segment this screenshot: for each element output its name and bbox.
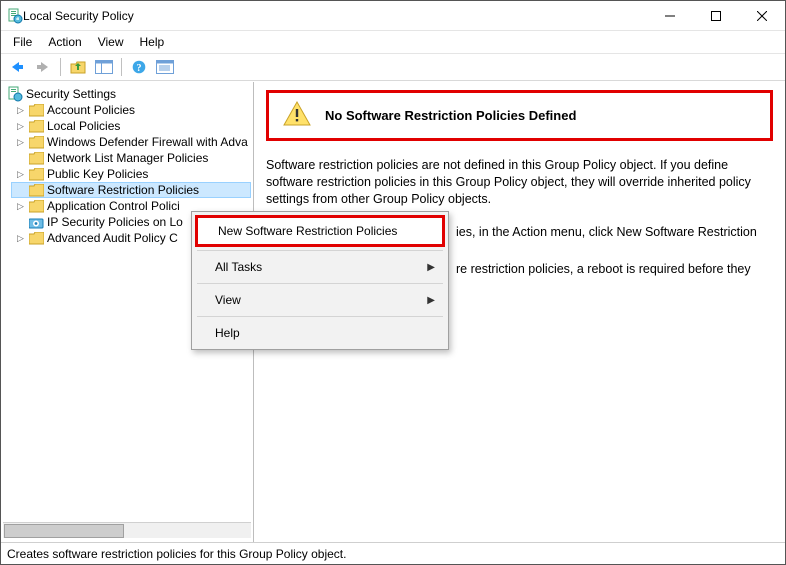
menu-item-label: Help: [215, 326, 240, 340]
expander-icon[interactable]: ▷: [15, 201, 26, 212]
forward-button[interactable]: [31, 56, 55, 78]
content-heading: No Software Restriction Policies Defined: [325, 108, 576, 123]
statusbar: Creates software restriction policies fo…: [1, 542, 785, 564]
statusbar-text: Creates software restriction policies fo…: [7, 547, 346, 561]
tree-item-label: Public Key Policies: [47, 167, 148, 181]
tree-item-label: Account Policies: [47, 103, 135, 117]
toolbar-separator: [60, 58, 61, 76]
context-menu: New Software Restriction Policies All Ta…: [191, 211, 449, 350]
close-button[interactable]: [739, 1, 785, 30]
expander-icon[interactable]: ▷: [15, 233, 26, 244]
tree-item-label: Network List Manager Policies: [47, 151, 208, 165]
toolbar-separator: [121, 58, 122, 76]
highlight-heading: No Software Restriction Policies Defined: [266, 90, 773, 141]
folder-icon: [29, 200, 44, 213]
menu-file[interactable]: File: [7, 33, 38, 51]
tree-item[interactable]: ▷ Local Policies: [11, 118, 251, 134]
folder-icon: [29, 184, 44, 197]
menu-separator: [197, 250, 443, 251]
folder-icon: [29, 120, 44, 133]
menu-item-all-tasks[interactable]: All Tasks ▶: [195, 254, 445, 280]
folder-icon: [29, 104, 44, 117]
tree-item-label: Local Policies: [47, 119, 120, 133]
toolbar: ?: [1, 53, 785, 81]
tree-item[interactable]: Network List Manager Policies: [11, 150, 251, 166]
expander-blank: [15, 153, 26, 164]
menu-item-new-srp[interactable]: New Software Restriction Policies: [198, 218, 442, 244]
ipsec-icon: [29, 216, 44, 229]
tree-item[interactable]: ▷ Account Policies: [11, 102, 251, 118]
folder-icon: [29, 136, 44, 149]
menu-item-view[interactable]: View ▶: [195, 287, 445, 313]
expander-icon[interactable]: ▷: [15, 121, 26, 132]
properties-button[interactable]: [153, 56, 177, 78]
tree-item-label: Windows Defender Firewall with Adva: [47, 135, 248, 149]
tree-item[interactable]: ▷ Windows Defender Firewall with Adva: [11, 134, 251, 150]
window-title: Local Security Policy: [23, 9, 647, 23]
menu-item-label: All Tasks: [215, 260, 262, 274]
menu-separator: [197, 283, 443, 284]
show-hide-tree-button[interactable]: [92, 56, 116, 78]
up-folder-button[interactable]: [66, 56, 90, 78]
menu-help[interactable]: Help: [134, 33, 171, 51]
tree-horizontal-scrollbar[interactable]: [3, 522, 251, 538]
folder-icon: [29, 168, 44, 181]
menu-item-help[interactable]: Help: [195, 320, 445, 346]
tree-item-selected[interactable]: Software Restriction Policies: [11, 182, 251, 198]
folder-icon: [29, 232, 44, 245]
maximize-button[interactable]: [693, 1, 739, 30]
tree-item-label: IP Security Policies on Lo: [47, 215, 183, 229]
expander-blank: [15, 217, 26, 228]
warning-icon: [283, 101, 311, 130]
tree-item-label: Application Control Polici: [47, 199, 180, 213]
app-icon: [7, 8, 23, 24]
security-settings-icon: [7, 86, 23, 102]
tree-root-label: Security Settings: [26, 87, 116, 101]
expander-icon[interactable]: ▷: [15, 105, 26, 116]
folder-icon: [29, 152, 44, 165]
expander-blank: [15, 185, 26, 196]
submenu-arrow-icon: ▶: [427, 295, 435, 306]
menu-separator: [197, 316, 443, 317]
back-button[interactable]: [5, 56, 29, 78]
menu-item-label: View: [215, 293, 241, 307]
menu-action[interactable]: Action: [42, 33, 87, 51]
minimize-button[interactable]: [647, 1, 693, 30]
menu-view[interactable]: View: [92, 33, 130, 51]
alert-row: No Software Restriction Policies Defined: [269, 93, 770, 138]
expander-icon[interactable]: ▷: [15, 169, 26, 180]
window-buttons: [647, 1, 785, 30]
titlebar: Local Security Policy: [1, 1, 785, 31]
submenu-arrow-icon: ▶: [427, 262, 435, 273]
expander-icon[interactable]: ▷: [15, 137, 26, 148]
content-paragraph-1: Software restriction policies are not de…: [266, 157, 773, 208]
tree-root[interactable]: Security Settings: [3, 86, 251, 102]
window: Local Security Policy File Action View H…: [0, 0, 786, 565]
tree-item-label: Software Restriction Policies: [47, 183, 199, 197]
menu-item-label: New Software Restriction Policies: [218, 224, 397, 238]
scrollbar-thumb[interactable]: [4, 524, 124, 538]
tree-item-label: Advanced Audit Policy C: [47, 231, 178, 245]
help-button[interactable]: ?: [127, 56, 151, 78]
highlight-menu-item: New Software Restriction Policies: [195, 215, 445, 247]
menubar: File Action View Help: [1, 31, 785, 53]
svg-text:?: ?: [137, 63, 142, 74]
tree-item[interactable]: ▷ Public Key Policies: [11, 166, 251, 182]
